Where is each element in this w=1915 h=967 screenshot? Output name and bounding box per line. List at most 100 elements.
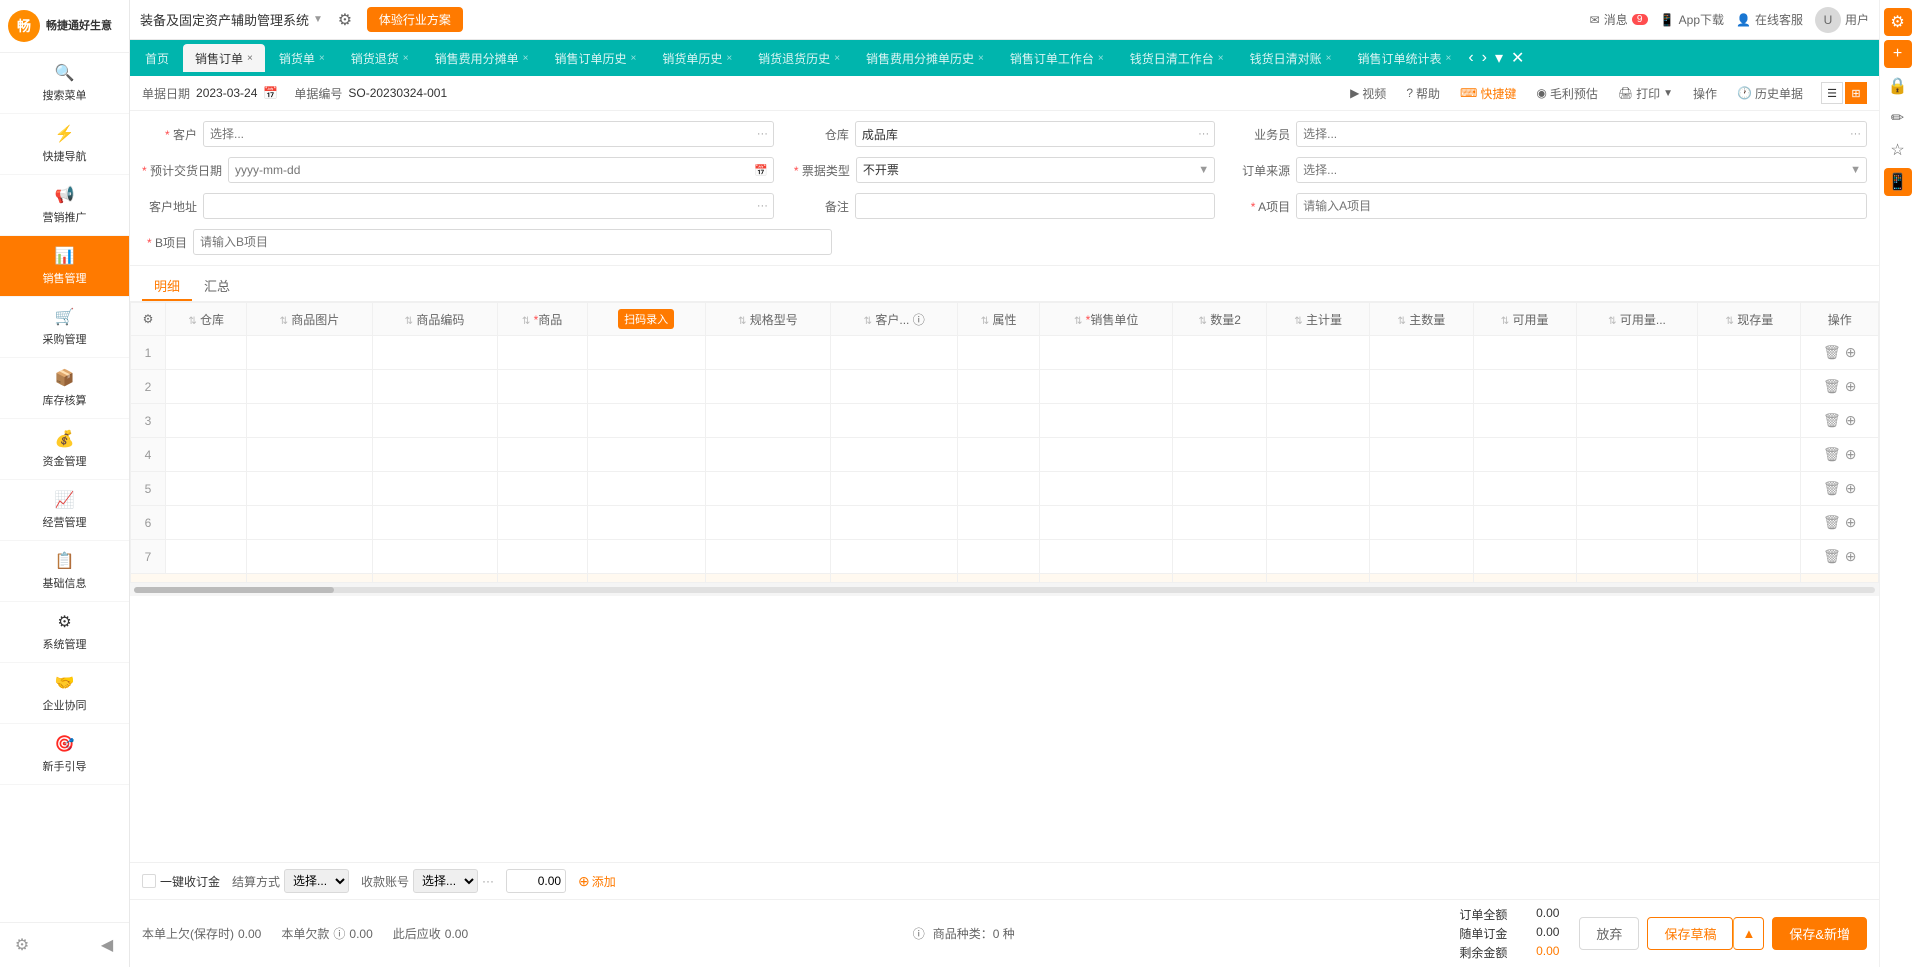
sidebar-item-经营管理[interactable]: 📈 经营管理 (0, 480, 129, 541)
table-scrollbar[interactable] (130, 582, 1879, 596)
discard-button[interactable]: 放弃 (1579, 917, 1639, 950)
grid-view-icon[interactable]: ⊞ (1845, 82, 1867, 104)
customer-input[interactable] (203, 121, 774, 147)
tab-close-icon[interactable]: × (319, 53, 325, 64)
table-settings-icon[interactable]: ⚙ (143, 312, 154, 326)
tab-summary[interactable]: 汇总 (192, 272, 242, 301)
right-panel-star-icon[interactable]: ☆ (1884, 136, 1912, 164)
tab-close-icon[interactable]: × (1098, 53, 1104, 64)
table-container[interactable]: ⚙ ⇅ 仓库 ⇅ 商品图片 ⇅ 商品编码 ⇅ *商品 扫码录入 ⇅ 规格型号 ⇅… (130, 302, 1879, 582)
tab-next-icon[interactable]: › (1478, 49, 1491, 67)
message-button[interactable]: ✉ 消息 9 (1590, 11, 1648, 28)
address-dots-icon[interactable]: ··· (757, 200, 768, 212)
tab-close-icon[interactable]: × (523, 53, 529, 64)
tab-sales-order-history[interactable]: 销售订单历史 × (542, 44, 648, 72)
tab-expense-history[interactable]: 销售费用分摊单历史 × (854, 44, 996, 72)
tab-daily-workbench[interactable]: 钱货日清工作台 × (1118, 44, 1236, 72)
save-new-button[interactable]: 保存&新增 (1772, 917, 1867, 950)
remark-input[interactable] (855, 193, 1215, 219)
copy-row-icon[interactable]: ⊕ (1845, 378, 1857, 395)
sidebar-item-资金管理[interactable]: 💰 资金管理 (0, 419, 129, 480)
save-draft-button[interactable]: 保存草稿 (1647, 917, 1733, 950)
order-source-dropdown-icon[interactable]: ▼ (1850, 164, 1861, 176)
sidebar-item-企业协同[interactable]: 🤝 企业协同 (0, 663, 129, 724)
list-view-icon[interactable]: ☰ (1821, 82, 1843, 104)
delivery-calendar-icon[interactable]: 📅 (754, 164, 768, 177)
print-button[interactable]: 🖨 打印 ▼ (1612, 83, 1679, 104)
delete-row-icon[interactable]: 🗑 (1823, 480, 1841, 497)
checkbox-icon[interactable] (142, 874, 156, 888)
copy-row-icon[interactable]: ⊕ (1845, 446, 1857, 463)
warehouse-dots-icon[interactable]: ··· (1198, 128, 1209, 140)
row-unit[interactable] (1039, 336, 1173, 370)
history-button[interactable]: 🕐 历史单据 (1731, 83, 1809, 104)
tab-close-icon[interactable]: × (726, 53, 732, 64)
quick-confirm-checkbox[interactable]: 一键收订金 (142, 873, 220, 890)
tab-sales-expense[interactable]: 销售费用分摊单 × (423, 44, 541, 72)
tab-order-workbench[interactable]: 销售订单工作台 × (998, 44, 1116, 72)
tab-close-icon[interactable]: × (978, 53, 984, 64)
scrollbar-track[interactable] (134, 587, 1875, 593)
sidebar-item-营销推广[interactable]: 📢 营销推广 (0, 175, 129, 236)
customer-dots-icon[interactable]: ··· (757, 128, 768, 140)
tab-invoice-history[interactable]: 销货单历史 × (650, 44, 744, 72)
topbar-settings-icon[interactable]: ⚙ (331, 6, 359, 34)
row-qty2[interactable] (1173, 336, 1267, 370)
row-main-unit[interactable] (1267, 336, 1370, 370)
tab-close-icon[interactable]: × (834, 53, 840, 64)
address-input[interactable] (203, 193, 774, 219)
row-main-qty[interactable] (1370, 336, 1473, 370)
tab-close-icon[interactable]: × (403, 53, 409, 64)
tab-home[interactable]: 首页 (133, 44, 181, 72)
sidebar-item-系统管理[interactable]: ⚙ 系统管理 (0, 602, 129, 663)
online-service-button[interactable]: 👤 在线客服 (1736, 11, 1803, 28)
delete-row-icon[interactable]: 🗑 (1823, 548, 1841, 565)
copy-row-icon[interactable]: ⊕ (1845, 548, 1857, 565)
row-spec[interactable] (705, 336, 830, 370)
right-panel-edit-icon[interactable]: ✏ (1884, 104, 1912, 132)
row-scan[interactable] (587, 336, 705, 370)
row-customer-ref[interactable] (830, 336, 958, 370)
settings-icon[interactable]: ⚙ (8, 931, 36, 959)
amount-input[interactable] (506, 869, 566, 893)
copy-row-icon[interactable]: ⊕ (1845, 514, 1857, 531)
save-draft-arrow-button[interactable]: ▲ (1733, 917, 1764, 950)
row-stock[interactable] (1698, 336, 1801, 370)
operations-button[interactable]: 操作 (1687, 83, 1723, 104)
sidebar-item-库存核算[interactable]: 📦 库存核算 (0, 358, 129, 419)
row-available[interactable] (1473, 336, 1576, 370)
scan-input-button[interactable]: 扫码录入 (618, 309, 674, 329)
row-image[interactable] (247, 336, 372, 370)
account-select[interactable]: 选择... (413, 869, 478, 893)
order-source-input[interactable] (1296, 157, 1867, 183)
preview-button[interactable]: ▶ 视频 (1344, 83, 1392, 104)
print-dropdown-icon[interactable]: ▼ (1663, 88, 1673, 99)
add-payment-button[interactable]: ⊕ 添加 (578, 873, 616, 890)
tab-return-history[interactable]: 销货退货历史 × (746, 44, 852, 72)
tab-close-icon[interactable]: × (1218, 53, 1224, 64)
tab-close-icon[interactable]: × (247, 53, 253, 64)
user-menu-button[interactable]: U 用户 (1815, 7, 1869, 33)
right-panel-settings-icon[interactable]: ⚙ (1884, 8, 1912, 36)
staff-input[interactable] (1296, 121, 1867, 147)
collapse-icon[interactable]: ◀ (93, 931, 121, 959)
tab-sales-order[interactable]: 销售订单 × (183, 44, 265, 72)
copy-row-icon[interactable]: ⊕ (1845, 344, 1857, 361)
copy-row-icon[interactable]: ⊕ (1845, 412, 1857, 429)
tab-detail[interactable]: 明细 (142, 272, 192, 301)
warehouse-input[interactable] (855, 121, 1215, 147)
right-panel-phone-icon[interactable]: 📱 (1884, 168, 1912, 196)
tab-prev-icon[interactable]: ‹ (1464, 49, 1477, 67)
delivery-date-input[interactable] (228, 157, 774, 183)
app-download-button[interactable]: 📱 App下载 (1660, 11, 1724, 28)
delete-row-icon[interactable]: 🗑 (1823, 378, 1841, 395)
staff-dots-icon[interactable]: ··· (1850, 128, 1861, 140)
sidebar-item-快捷导航[interactable]: ⚡ 快捷导航 (0, 114, 129, 175)
tab-close-icon[interactable]: × (1326, 53, 1332, 64)
row-product[interactable] (497, 336, 587, 370)
delete-row-icon[interactable]: 🗑 (1823, 446, 1841, 463)
tab-dropdown-icon[interactable]: ▾ (1491, 48, 1507, 68)
tab-sales-return[interactable]: 销货退货 × (339, 44, 421, 72)
sidebar-item-采购管理[interactable]: 🛒 采购管理 (0, 297, 129, 358)
delete-row-icon[interactable]: 🗑 (1823, 514, 1841, 531)
